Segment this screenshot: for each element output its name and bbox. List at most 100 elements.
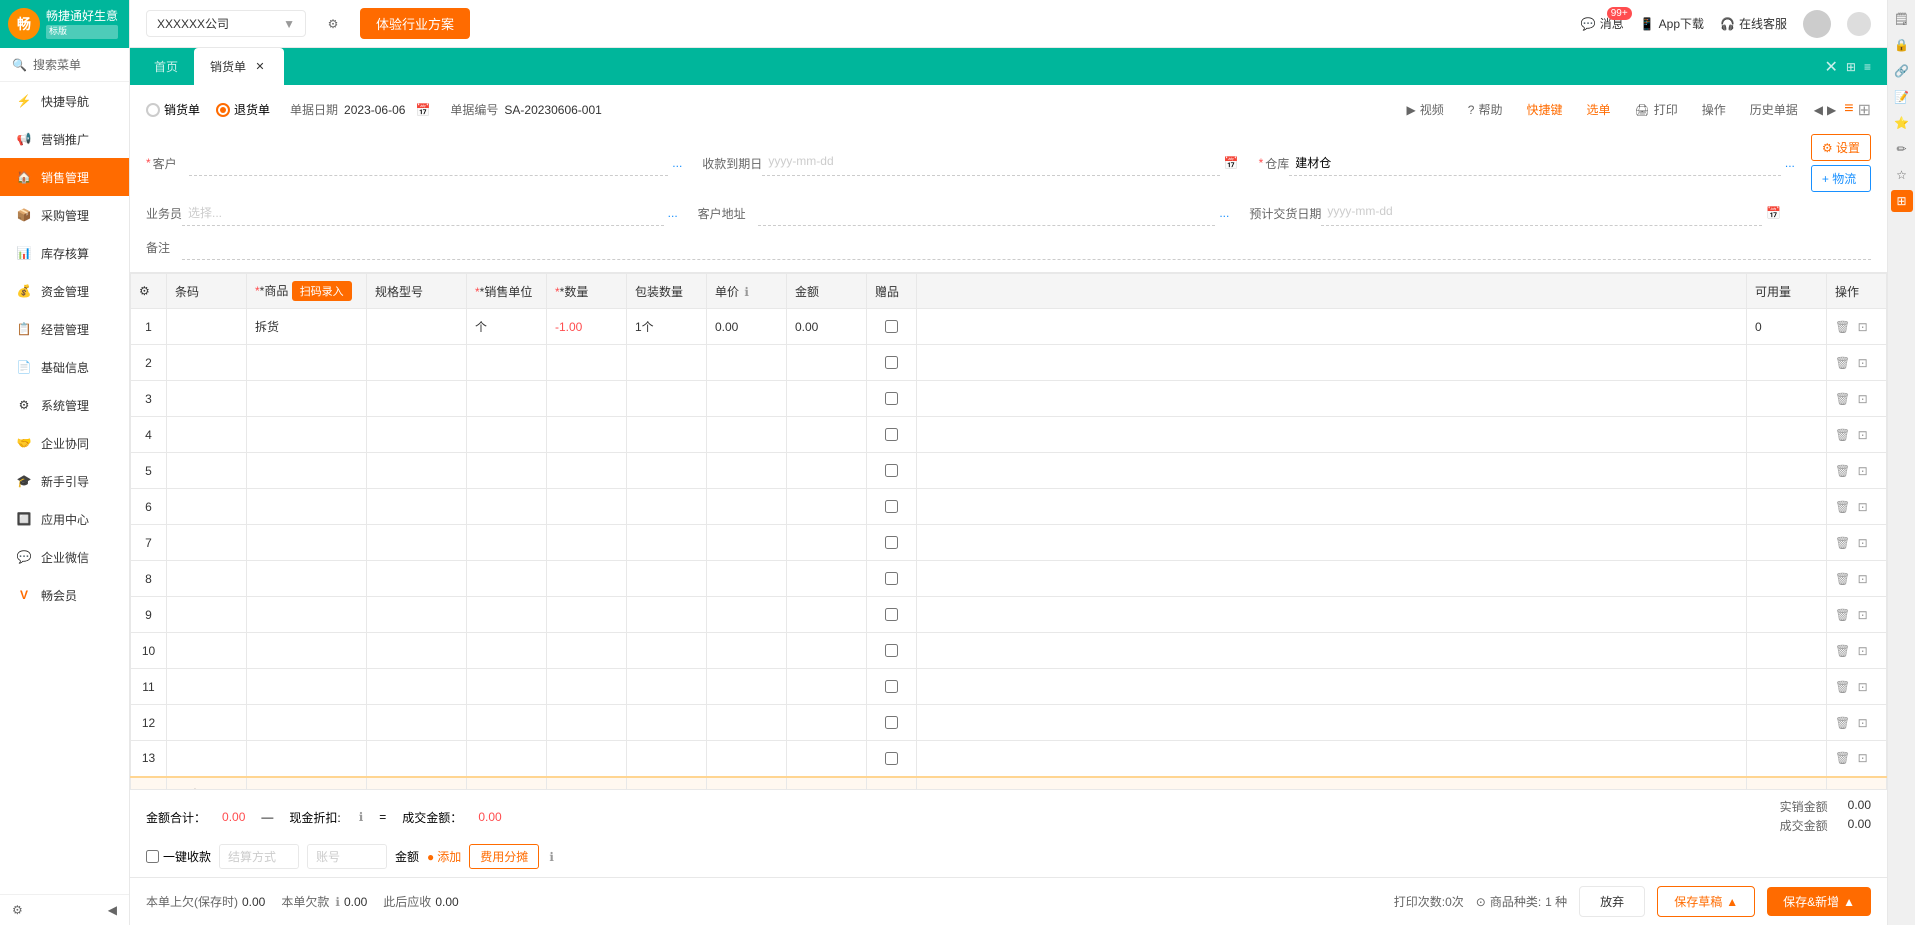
help-btn[interactable]: ? 帮助	[1460, 97, 1511, 122]
delete-icon[interactable]: 🗑	[1835, 320, 1850, 334]
gift-checkbox[interactable]	[885, 356, 898, 369]
row-amount[interactable]	[787, 525, 867, 561]
row-qty[interactable]	[547, 741, 627, 777]
row-amount[interactable]	[787, 489, 867, 525]
one-click-checkbox[interactable]	[146, 850, 159, 863]
shortcut-btn[interactable]: 快捷键	[1518, 97, 1570, 122]
sidebar-item-marketing[interactable]: 📢 营销推广	[0, 120, 129, 158]
sidebar-item-vip[interactable]: V 畅会员	[0, 576, 129, 614]
gift-checkbox[interactable]	[885, 752, 898, 765]
row-product[interactable]	[247, 669, 367, 705]
row-barcode[interactable]	[167, 525, 247, 561]
row-pkgqty[interactable]: 1个	[627, 309, 707, 345]
row-barcode[interactable]	[167, 489, 247, 525]
row-price[interactable]	[707, 345, 787, 381]
save-draft-button[interactable]: 保存草稿 ▲	[1657, 886, 1755, 917]
row-barcode[interactable]	[167, 741, 247, 777]
row-barcode[interactable]	[167, 633, 247, 669]
row-qty[interactable]	[547, 525, 627, 561]
customer-input[interactable]	[189, 150, 669, 176]
save-new-button[interactable]: 保存&新增 ▲	[1767, 887, 1871, 916]
video-btn[interactable]: ▶ 视频	[1399, 97, 1452, 122]
company-selector[interactable]: XXXXXX公司 ▼	[146, 10, 306, 37]
row-pkgqty[interactable]	[627, 489, 707, 525]
row-spec[interactable]	[367, 345, 467, 381]
discount-info-icon[interactable]: ℹ	[359, 810, 364, 824]
right-action-link[interactable]: 🔗	[1891, 60, 1913, 82]
row-qty[interactable]	[547, 597, 627, 633]
right-action-pen[interactable]: ✏	[1891, 138, 1913, 160]
row-price[interactable]	[707, 633, 787, 669]
row-qty[interactable]	[547, 417, 627, 453]
warehouse-ellipsis[interactable]: ...	[1785, 156, 1795, 170]
tab-sales-order[interactable]: 销货单 ✕	[194, 48, 284, 85]
row-qty[interactable]	[547, 489, 627, 525]
sidebar-item-app-center[interactable]: 🔲 应用中心	[0, 500, 129, 538]
gift-checkbox[interactable]	[885, 716, 898, 729]
row-pkgqty[interactable]	[627, 633, 707, 669]
gift-checkbox[interactable]	[885, 392, 898, 405]
row-product[interactable]	[247, 561, 367, 597]
row-pkgqty[interactable]	[627, 381, 707, 417]
row-spec[interactable]	[367, 705, 467, 741]
row-product[interactable]	[247, 741, 367, 777]
row-unit[interactable]	[467, 381, 547, 417]
row-qty[interactable]	[547, 633, 627, 669]
grid-view-icon[interactable]: ⊞	[1858, 100, 1871, 120]
row-spec[interactable]	[367, 669, 467, 705]
row-qty[interactable]	[547, 561, 627, 597]
delete-icon[interactable]: 🗑	[1835, 428, 1850, 442]
sidebar-item-finance[interactable]: 💰 资金管理	[0, 272, 129, 310]
expense-split-btn[interactable]: 费用分摊	[469, 844, 539, 869]
tab-grid-icon[interactable]: ⊞	[1846, 60, 1856, 74]
copy-icon[interactable]: ⊡	[1858, 572, 1868, 586]
copy-icon[interactable]: ⊡	[1858, 500, 1868, 514]
row-spec[interactable]	[367, 561, 467, 597]
messages-button[interactable]: 💬 消息 99+	[1581, 15, 1624, 32]
delete-icon[interactable]: 🗑	[1835, 716, 1850, 730]
row-qty[interactable]	[547, 345, 627, 381]
copy-icon[interactable]: ⊡	[1858, 392, 1868, 406]
row-spec[interactable]	[367, 525, 467, 561]
address-ellipsis[interactable]: ...	[1219, 206, 1229, 220]
row-barcode[interactable]	[167, 669, 247, 705]
copy-icon[interactable]: ⊡	[1858, 751, 1868, 765]
customer-ellipsis[interactable]: ...	[672, 156, 682, 170]
add-payment-btn[interactable]: ● 添加	[427, 848, 461, 865]
gift-checkbox[interactable]	[885, 500, 898, 513]
row-amount[interactable]	[787, 597, 867, 633]
row-pkgqty[interactable]	[627, 453, 707, 489]
payment-date-input[interactable]: yyyy-mm-dd	[762, 150, 1219, 176]
copy-icon[interactable]: ⊡	[1858, 644, 1868, 658]
tab-close-all-icon[interactable]: ✕	[1825, 57, 1838, 77]
tab-list-icon[interactable]: ≡	[1864, 60, 1871, 74]
sidebar-item-system[interactable]: ⚙ 系统管理	[0, 386, 129, 424]
sidebar-item-enterprise[interactable]: 🤝 企业协同	[0, 424, 129, 462]
gift-checkbox[interactable]	[885, 644, 898, 657]
right-action-edit[interactable]: 📝	[1891, 86, 1913, 108]
gift-checkbox[interactable]	[885, 464, 898, 477]
row-amount[interactable]	[787, 417, 867, 453]
salesperson-ellipsis[interactable]: ...	[668, 206, 678, 220]
scan-button[interactable]: 扫码录入	[292, 281, 352, 301]
sidebar-item-guide[interactable]: 🎓 新手引导	[0, 462, 129, 500]
row-price[interactable]	[707, 741, 787, 777]
row-price[interactable]	[707, 669, 787, 705]
row-unit[interactable]	[467, 561, 547, 597]
row-price[interactable]	[707, 525, 787, 561]
row-qty[interactable]	[547, 381, 627, 417]
row-price[interactable]	[707, 381, 787, 417]
row-amount[interactable]: 0.00	[787, 309, 867, 345]
row-amount[interactable]	[787, 561, 867, 597]
tab-close-icon[interactable]: ✕	[252, 59, 268, 75]
delete-icon[interactable]: 🗑	[1835, 680, 1850, 694]
row-pkgqty[interactable]	[627, 705, 707, 741]
row-product[interactable]	[247, 705, 367, 741]
settlement-method-select[interactable]: 结算方式	[219, 844, 299, 869]
row-product[interactable]	[247, 489, 367, 525]
row-barcode[interactable]	[167, 597, 247, 633]
row-amount[interactable]	[787, 669, 867, 705]
row-pkgqty[interactable]	[627, 561, 707, 597]
delete-icon[interactable]: 🗑	[1835, 500, 1850, 514]
expense-info-icon[interactable]: ℹ	[549, 850, 554, 864]
